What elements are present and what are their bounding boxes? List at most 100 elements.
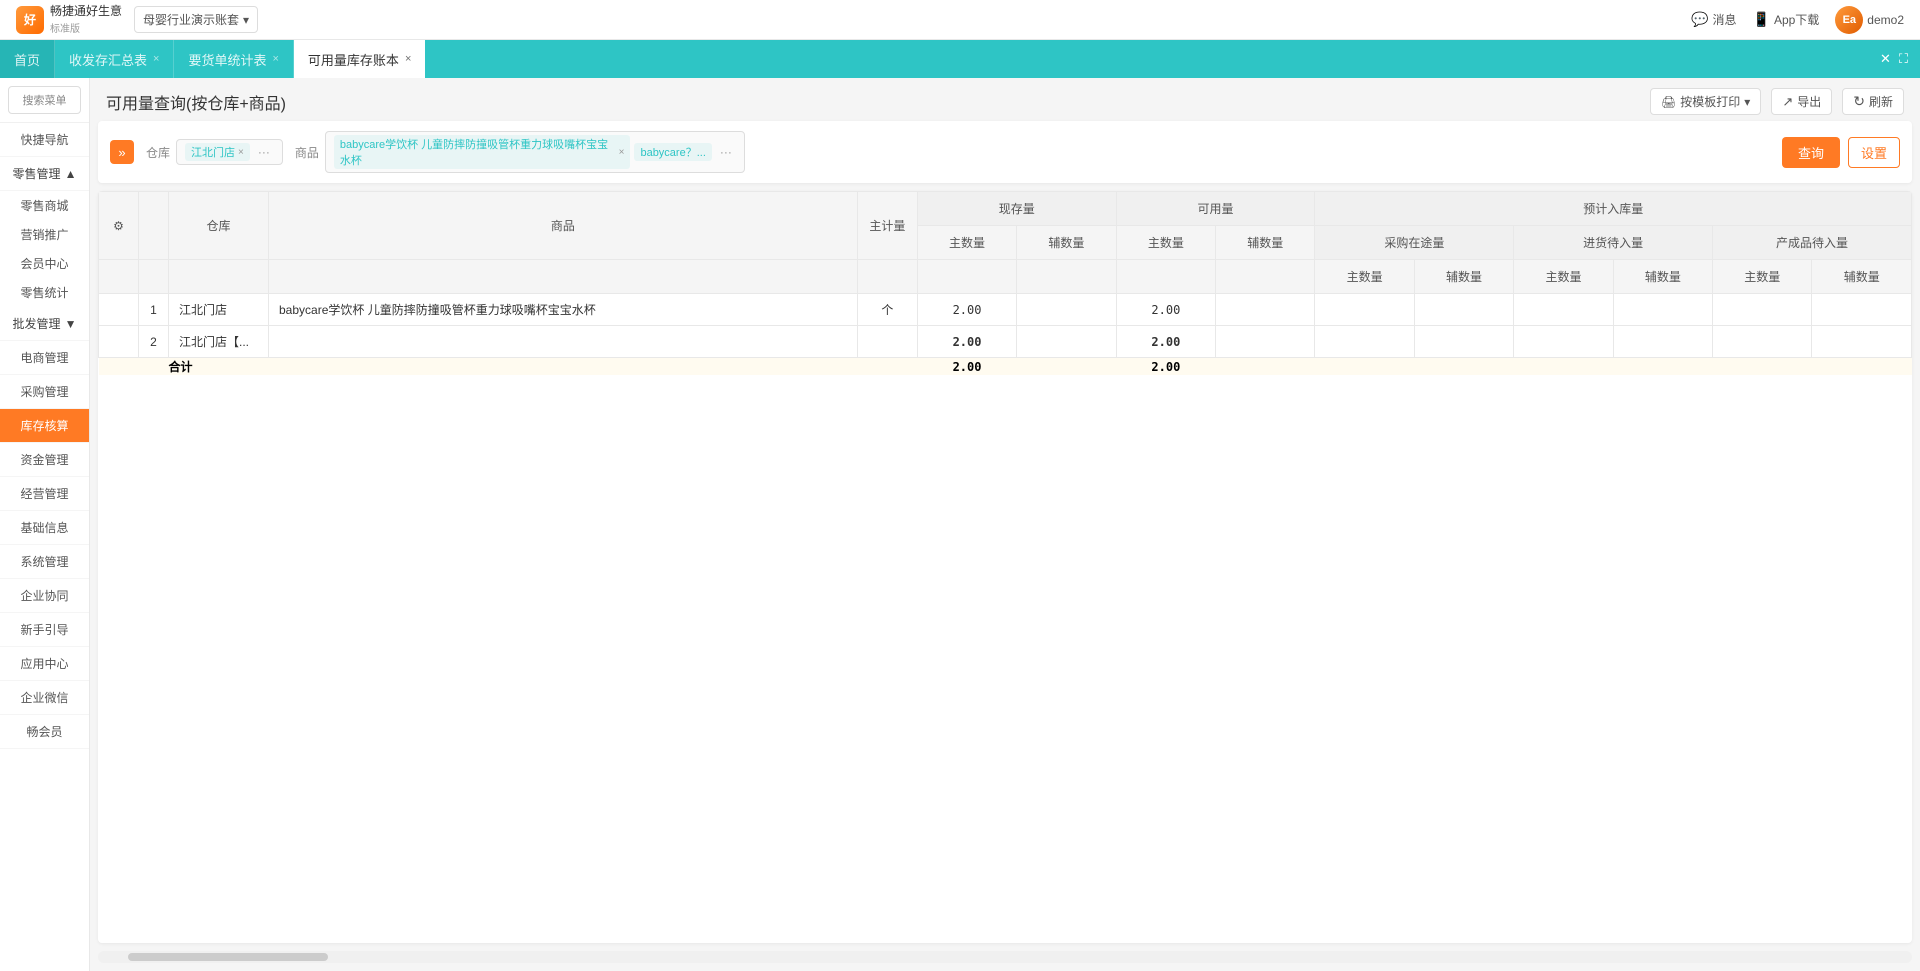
refresh-button[interactable]: 刷新 (1842, 88, 1904, 115)
sidebar-item-basic-info[interactable]: 基础信息 (0, 511, 89, 545)
row1-warehouse: 江北门店 (169, 294, 269, 326)
row1-product: babycare学饮杯 儿童防摔防撞吸管杯重力球吸嘴杯宝宝水杯 (269, 294, 858, 326)
export-button[interactable]: 导出 (1771, 88, 1832, 115)
sidebar-item-retail-stats[interactable]: 零售统计 (0, 278, 89, 307)
tab-home-label: 首页 (14, 50, 40, 69)
col-purchase-aux-header: 辅数量 (1414, 260, 1513, 294)
total-purchase-main (1315, 358, 1414, 376)
horizontal-scrollbar[interactable] (98, 951, 1912, 963)
print-button[interactable]: 按模板打印 (1650, 88, 1761, 115)
sidebar-item-marketing[interactable]: 营销推广 (0, 220, 89, 249)
sidebar-item-finance[interactable]: 资金管理 (0, 443, 89, 477)
warehouse-label: 仓库 (146, 144, 170, 161)
tab-receipts[interactable]: 收发存汇总表 (55, 40, 174, 78)
sidebar-item-wholesale-mgmt[interactable]: 批发管理 ▼ (0, 307, 89, 341)
total-goods-main (1514, 358, 1613, 376)
app-download-button[interactable]: App下载 (1753, 11, 1820, 28)
retail-mgmt-arrow: ▲ (65, 167, 77, 181)
industry-selector[interactable]: 母婴行业演示账套 (134, 6, 258, 33)
tab-available-stock[interactable]: 可用量库存账本 (294, 40, 425, 78)
sidebar-item-inventory[interactable]: 库存核算 (0, 409, 89, 443)
nav-tabs: 首页 收发存汇总表 要货单统计表 可用量库存账本 ✕ ⛶ (0, 40, 1920, 78)
wholesale-mgmt-label: 批发管理 (13, 315, 61, 332)
tab-available-stock-close-icon[interactable] (405, 53, 411, 65)
col-warehouse-header: 仓库 (169, 192, 269, 260)
sidebar-item-enterprise-wx[interactable]: 企业微信 (0, 681, 89, 715)
row2-warehouse: 江北门店【... (169, 326, 269, 358)
page-actions: 按模板打印 导出 刷新 (1650, 88, 1904, 115)
search-menu-button[interactable]: 搜索菜单 (8, 86, 81, 114)
message-button[interactable]: 消息 (1691, 11, 1736, 28)
row1-goods-aux (1613, 294, 1712, 326)
col-planned-inbound-header: 预计入库量 (1315, 192, 1912, 226)
tab-order-stats-label: 要货单统计表 (188, 50, 266, 69)
logo-icon: 好 (16, 6, 44, 34)
warehouse-more-icon[interactable]: ··· (254, 145, 274, 159)
username: demo2 (1867, 13, 1904, 27)
sidebar-item-member-center[interactable]: 会员中心 (0, 249, 89, 278)
total-product (269, 358, 858, 376)
col-avail-aux-header: 辅数量 (1216, 226, 1315, 260)
tab-order-stats-close-icon[interactable] (272, 53, 278, 65)
settings-button[interactable]: 设置 (1848, 137, 1900, 168)
col-ph3 (169, 260, 269, 294)
sidebar-item-quick-nav[interactable]: 快捷导航 (0, 123, 89, 157)
filter-expand-button[interactable] (110, 140, 134, 164)
row1-product-main (1713, 294, 1812, 326)
tab-order-stats[interactable]: 要货单统计表 (174, 40, 293, 78)
export-label: 导出 (1797, 93, 1821, 110)
product-input[interactable]: babycare学饮杯 儿童防摔防撞吸管杯重力球吸嘴杯宝宝水杯 babycare… (325, 131, 745, 173)
warehouse-tag-remove-icon[interactable] (238, 147, 244, 158)
row2-avail-main: 2.00 (1116, 326, 1215, 358)
col-ph1 (99, 260, 139, 294)
table-row: 2 江北门店【... 2.00 2.00 (99, 326, 1912, 358)
row1-purchase-main (1315, 294, 1414, 326)
chevron-down-icon (243, 13, 249, 27)
warehouse-input[interactable]: 江北门店 ··· (176, 139, 283, 165)
message-label: 消息 (1712, 11, 1736, 28)
tab-home[interactable]: 首页 (0, 40, 55, 78)
sidebar-item-retail-mall[interactable]: 零售商城 (0, 191, 89, 220)
sidebar-item-ecommerce[interactable]: 电商管理 (0, 341, 89, 375)
product-more-icon[interactable]: ··· (716, 145, 736, 159)
sidebar-item-new-guide[interactable]: 新手引导 (0, 613, 89, 647)
total-current-aux (1017, 358, 1116, 376)
settings-icon[interactable] (113, 219, 124, 233)
sidebar-item-enterprise[interactable]: 企业协同 (0, 579, 89, 613)
row2-product (269, 326, 858, 358)
sidebar-search-area: 搜索菜单 (0, 78, 89, 123)
row1-product-aux (1812, 294, 1912, 326)
close-all-icon[interactable]: ✕ (1880, 51, 1891, 67)
row2-purchase-aux (1414, 326, 1513, 358)
row2-num: 2 (139, 326, 169, 358)
row2-goods-main (1514, 326, 1613, 358)
col-product-pending-header: 产成品待入量 (1713, 226, 1912, 260)
tab-receipts-close-icon[interactable] (153, 53, 159, 65)
total-goods-aux (1613, 358, 1712, 376)
total-ph (139, 358, 169, 376)
table-header-row-3: 主数量 辅数量 主数量 辅数量 主数量 辅数量 (99, 260, 1912, 294)
sidebar-item-app-center[interactable]: 应用中心 (0, 647, 89, 681)
tab-receipts-label: 收发存汇总表 (69, 50, 147, 69)
row2-unit (857, 326, 917, 358)
expand-icon[interactable]: ⛶ (1899, 51, 1908, 67)
total-purchase-aux (1414, 358, 1513, 376)
user-menu[interactable]: Ea demo2 (1835, 6, 1904, 34)
sidebar-item-purchase[interactable]: 采购管理 (0, 375, 89, 409)
logo-text: 畅捷通好生意 (50, 4, 122, 20)
query-button[interactable]: 查询 (1782, 137, 1840, 168)
row1-avail-aux (1216, 294, 1315, 326)
sidebar-item-sys-mgmt[interactable]: 系统管理 (0, 545, 89, 579)
sidebar-item-retail-mgmt[interactable]: 零售管理 ▲ (0, 157, 89, 191)
product-tag-1-remove-icon[interactable] (619, 147, 625, 158)
print-chevron-icon (1744, 95, 1750, 109)
top-bar-left: 好 畅捷通好生意 标准版 母婴行业演示账套 (16, 4, 258, 35)
total-product-aux (1812, 358, 1912, 376)
sidebar-item-member[interactable]: 畅会员 (0, 715, 89, 749)
data-table: 仓库 商品 主计量 现存量 可用量 预计入库量 主数量 辅数量 主数量 辅数量 … (98, 191, 1912, 375)
sidebar-item-ops[interactable]: 经营管理 (0, 477, 89, 511)
print-label: 按模板打印 (1680, 93, 1740, 110)
scrollbar-thumb[interactable] (128, 953, 328, 961)
sidebar: 搜索菜单 快捷导航 零售管理 ▲ 零售商城 营销推广 会员中心 零售统计 批发管… (0, 78, 90, 971)
total-avail-aux (1216, 358, 1315, 376)
